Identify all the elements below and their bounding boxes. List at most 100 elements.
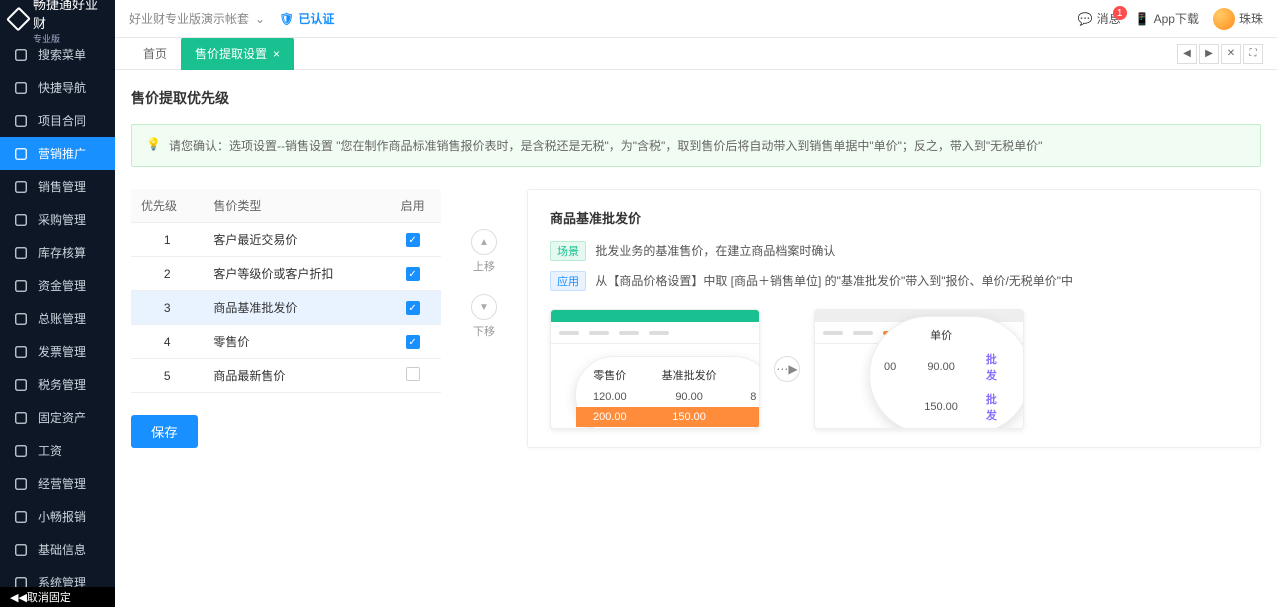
tab-1[interactable]: 售价提取设置× — [181, 38, 294, 70]
verified-badge: 🛡 已认证 — [279, 10, 334, 27]
user-menu[interactable]: 珠珠 — [1213, 8, 1263, 30]
gear-icon — [14, 180, 28, 194]
scene-tag: 场景 — [550, 241, 586, 261]
move-down-button[interactable]: ▼ — [471, 294, 497, 320]
pin-toggle[interactable]: ◀◀ 取消固定 — [0, 587, 115, 607]
sidebar-item-label: 库存核算 — [38, 244, 86, 261]
scene-text: 批发业务的基准售价，在建立商品档案时确认 — [595, 244, 835, 258]
sidebar-item-13[interactable]: 经营管理 — [0, 467, 115, 500]
pin-label: 取消固定 — [27, 589, 71, 605]
move-up-button[interactable]: ▲ — [471, 229, 497, 255]
account-selector[interactable]: 好业财专业版演示帐套 ⌄ — [129, 10, 265, 27]
messages-button[interactable]: 💬 消息 1 — [1078, 10, 1121, 27]
tab-next-button[interactable]: ▶ — [1199, 44, 1219, 64]
table-row[interactable]: 2客户等级价或客户折扣✓ — [131, 257, 441, 291]
sidebar-item-3[interactable]: 营销推广 — [0, 137, 115, 170]
sidebar-item-11[interactable]: 固定资产 — [0, 401, 115, 434]
sidebar-item-label: 基础信息 — [38, 541, 86, 558]
sidebar-item-label: 总账管理 — [38, 310, 86, 327]
topbar: 好业财专业版演示帐套 ⌄ 🛡 已认证 💬 消息 1 📱 App下载 珠珠 — [115, 0, 1277, 38]
sidebar-item-label: 营销推广 — [38, 145, 86, 162]
chat-icon: 💬 — [1078, 12, 1093, 26]
brand-name: 畅捷通好业财 — [33, 0, 105, 32]
sidebar-item-label: 工资 — [38, 442, 62, 459]
coin-icon — [14, 279, 28, 293]
sidebar-item-12[interactable]: 工资 — [0, 434, 115, 467]
app-download-button[interactable]: 📱 App下载 — [1135, 10, 1199, 27]
priority-table: 优先级 售价类型 启用 1客户最近交易价✓2客户等级价或客户折扣✓3商品基准批发… — [131, 189, 441, 393]
tabs-bar: 首页售价提取设置× ◀ ▶ ✕ ⛶ — [115, 38, 1277, 70]
page-title: 售价提取优先级 — [131, 88, 1261, 108]
chevron-down-icon: ⌄ — [255, 12, 265, 26]
avatar — [1213, 8, 1235, 30]
phone-icon: 📱 — [1135, 12, 1150, 26]
sidebar-item-label: 经营管理 — [38, 475, 86, 492]
col-type: 售价类型 — [203, 189, 384, 223]
sidebar-item-16[interactable]: 系统管理 — [0, 566, 115, 587]
enable-checkbox[interactable] — [406, 367, 420, 381]
enable-checkbox[interactable]: ✓ — [406, 233, 420, 247]
bag-icon — [14, 213, 28, 227]
logo-icon — [6, 7, 31, 32]
sidebar-item-label: 系统管理 — [38, 574, 86, 587]
sidebar-item-label: 搜索菜单 — [38, 46, 86, 63]
sidebar-item-15[interactable]: 基础信息 — [0, 533, 115, 566]
tab-prev-button[interactable]: ◀ — [1177, 44, 1197, 64]
sidebar-item-1[interactable]: 快捷导航 — [0, 71, 115, 104]
table-row[interactable]: 5商品最新售价 — [131, 359, 441, 393]
sidebar-item-label: 小畅报销 — [38, 508, 86, 525]
save-button[interactable]: 保存 — [131, 415, 198, 448]
sidebar-item-7[interactable]: 资金管理 — [0, 269, 115, 302]
tab-close-icon[interactable]: × — [273, 47, 280, 61]
tab-close-button[interactable]: ✕ — [1221, 44, 1241, 64]
preview-target: 单价 0090.00批发9000 150.00批发1200 — [814, 309, 1024, 429]
sidebar-item-8[interactable]: 总账管理 — [0, 302, 115, 335]
table-row[interactable]: 4零售价✓ — [131, 325, 441, 359]
info-icon — [14, 543, 28, 557]
brand-logo: 畅捷通好业财 专业版 — [0, 0, 115, 38]
tab-0[interactable]: 首页 — [129, 38, 181, 70]
shield-icon: 🛡 — [279, 12, 294, 26]
nav-list: 搜索菜单快捷导航项目合同营销推广销售管理采购管理库存核算资金管理总账管理发票管理… — [0, 38, 115, 587]
enable-checkbox[interactable]: ✓ — [406, 335, 420, 349]
pay-icon — [14, 444, 28, 458]
col-enable: 启用 — [384, 189, 441, 223]
detail-title: 商品基准批发价 — [550, 208, 1238, 227]
doc-icon — [14, 114, 28, 128]
sidebar-item-6[interactable]: 库存核算 — [0, 236, 115, 269]
sidebar-item-0[interactable]: 搜索菜单 — [0, 38, 115, 71]
ledger-icon — [14, 312, 28, 326]
sidebar-item-label: 快捷导航 — [38, 79, 86, 96]
sidebar-item-label: 发票管理 — [38, 343, 86, 360]
user-name: 珠珠 — [1239, 10, 1263, 27]
sidebar-item-2[interactable]: 项目合同 — [0, 104, 115, 137]
detail-card: 商品基准批发价 场景 批发业务的基准售价，在建立商品档案时确认 应用 从【商品价… — [527, 189, 1261, 448]
table-row[interactable]: 3商品基准批发价✓ — [131, 291, 441, 325]
sidebar-item-5[interactable]: 采购管理 — [0, 203, 115, 236]
fullscreen-button[interactable]: ⛶ — [1243, 44, 1263, 64]
sidebar-item-label: 采购管理 — [38, 211, 86, 228]
sidebar-item-label: 资金管理 — [38, 277, 86, 294]
enable-checkbox[interactable]: ✓ — [406, 301, 420, 315]
preview-source: 零售价 基准批发价 120.0090.008 200.00150.00 — [550, 309, 760, 429]
sidebar-item-9[interactable]: 发票管理 — [0, 335, 115, 368]
sidebar-item-14[interactable]: 小畅报销 — [0, 500, 115, 533]
tax-icon — [14, 378, 28, 392]
sidebar-item-label: 项目合同 — [38, 112, 86, 129]
sidebar-item-label: 税务管理 — [38, 376, 86, 393]
sidebar-item-4[interactable]: 销售管理 — [0, 170, 115, 203]
hint-text: 请您确认：选项设置--销售设置 "您在制作商品标准销售报价表时，是含税还是无税"… — [169, 137, 1042, 154]
hint-banner: 💡 请您确认：选项设置--销售设置 "您在制作商品标准销售报价表时，是含税还是无… — [131, 124, 1261, 167]
pin-icon: ◀◀ — [10, 591, 27, 604]
biz-icon — [14, 477, 28, 491]
box-icon — [14, 246, 28, 260]
grid-icon — [14, 147, 28, 161]
sidebar-item-label: 固定资产 — [38, 409, 86, 426]
account-name: 好业财专业版演示帐套 — [129, 10, 249, 27]
search-icon — [14, 48, 28, 62]
col-priority: 优先级 — [131, 189, 203, 223]
sidebar-item-10[interactable]: 税务管理 — [0, 368, 115, 401]
enable-checkbox[interactable]: ✓ — [406, 267, 420, 281]
apply-text: 从【商品价格设置】中取 [商品＋销售单位] 的"基准批发价"带入到"报价、单价/… — [595, 274, 1073, 288]
table-row[interactable]: 1客户最近交易价✓ — [131, 223, 441, 257]
